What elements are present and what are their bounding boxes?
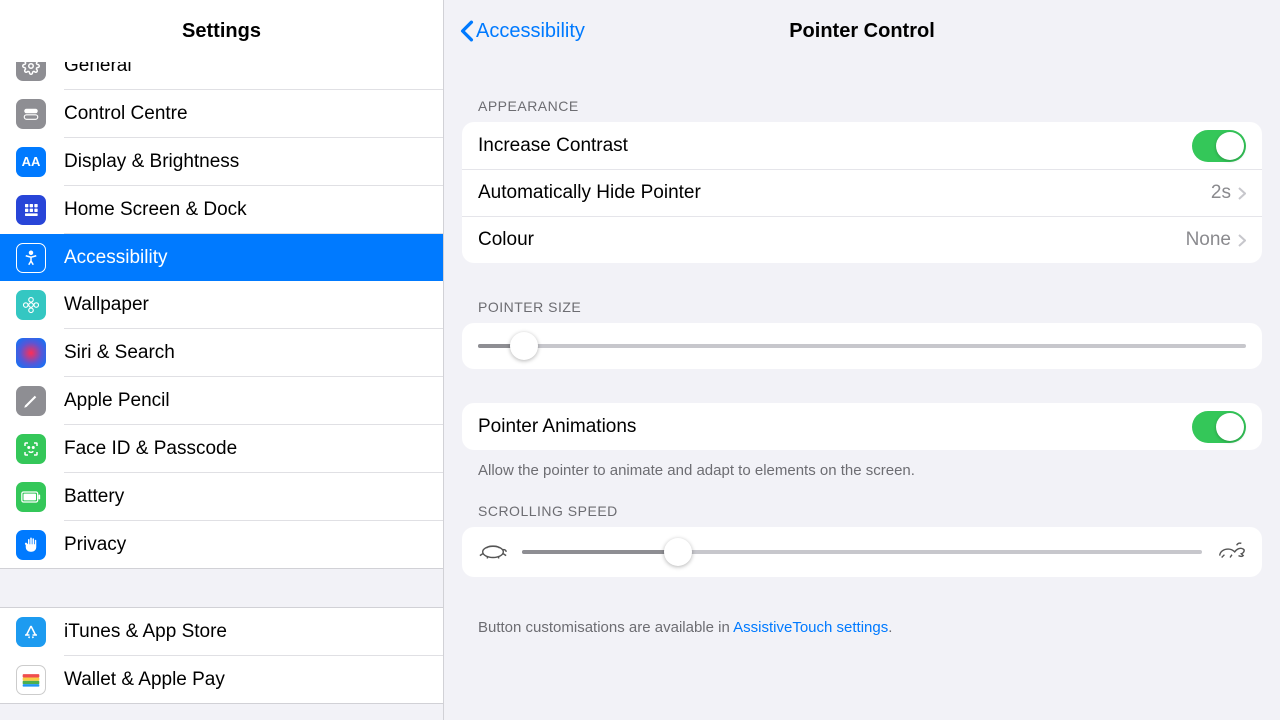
sidebar-item-display-brightness[interactable]: AA Display & Brightness (0, 138, 443, 185)
row-auto-hide-pointer[interactable]: Automatically Hide Pointer 2s (462, 169, 1262, 216)
sidebar-item-wallpaper[interactable]: Wallpaper (0, 281, 443, 328)
row-pointer-animations[interactable]: Pointer Animations (462, 403, 1262, 450)
battery-icon (16, 482, 46, 512)
sidebar-item-face-id-passcode[interactable]: Face ID & Passcode (0, 425, 443, 472)
section-header-pointer-size: POINTER SIZE (444, 263, 1280, 323)
siri-icon (16, 338, 46, 368)
grid-icon (16, 195, 46, 225)
sidebar-item-label: Wallpaper (64, 294, 149, 316)
sidebar-item-label: Battery (64, 486, 124, 508)
slider-knob[interactable] (510, 332, 538, 360)
section-header-appearance: APPEARANCE (444, 62, 1280, 122)
row-label: Colour (478, 229, 534, 251)
sidebar-item-label: Display & Brightness (64, 151, 239, 173)
sidebar-item-home-screen-dock[interactable]: Home Screen & Dock (0, 186, 443, 233)
sidebar-item-privacy[interactable]: Privacy (0, 521, 443, 568)
row-label: Increase Contrast (478, 135, 628, 157)
hand-icon (16, 530, 46, 560)
detail-content[interactable]: APPEARANCE Increase Contrast Automatical… (444, 62, 1280, 720)
sidebar-item-label: Accessibility (64, 247, 167, 269)
pointer-animations-footer: Allow the pointer to animate and adapt t… (444, 450, 1280, 491)
sidebar-item-label: iTunes & App Store (64, 621, 227, 643)
sidebar-item-label: Privacy (64, 534, 126, 556)
increase-contrast-toggle[interactable] (1192, 130, 1246, 162)
sidebar-item-label: Home Screen & Dock (64, 199, 247, 221)
detail-header: Accessibility Pointer Control (444, 0, 1280, 62)
scrolling-speed-slider-card (462, 527, 1262, 577)
row-label: Pointer Animations (478, 416, 636, 438)
sidebar-item-general[interactable]: General (0, 62, 443, 89)
sidebar-item-control-centre[interactable]: Control Centre (0, 90, 443, 137)
sidebar-item-battery[interactable]: Battery (0, 473, 443, 520)
sidebar-item-label: Siri & Search (64, 342, 175, 364)
detail-pane: Accessibility Pointer Control APPEARANCE… (444, 0, 1280, 720)
sidebar-item-label: Control Centre (64, 103, 188, 125)
sidebar-item-siri-search[interactable]: Siri & Search (0, 329, 443, 376)
sidebar-item-label: Face ID & Passcode (64, 438, 237, 460)
row-label: Automatically Hide Pointer (478, 182, 701, 204)
sidebar-item-wallet-apple-pay[interactable]: Wallet & Apple Pay (0, 656, 443, 703)
section-header-scrolling-speed: SCROLLING SPEED (444, 491, 1280, 527)
sidebar-title: Settings (0, 0, 443, 62)
face-id-icon (16, 434, 46, 464)
sidebar-list[interactable]: General Control Centre AA Display & Brig… (0, 62, 443, 720)
pointer-animations-group: Pointer Animations (462, 403, 1262, 450)
sidebar-item-label: Apple Pencil (64, 390, 170, 412)
flower-icon (16, 290, 46, 320)
pointer-size-slider[interactable] (478, 344, 1246, 348)
chevron-right-icon (1237, 186, 1246, 201)
back-label: Accessibility (476, 20, 585, 43)
assistivetouch-settings-link[interactable]: AssistiveTouch settings (733, 619, 888, 636)
gear-icon (16, 62, 46, 81)
sidebar-item-itunes-app-store[interactable]: iTunes & App Store (0, 608, 443, 655)
slider-knob[interactable] (664, 538, 692, 566)
page-title: Pointer Control (789, 20, 935, 43)
auto-hide-value: 2s (1211, 182, 1231, 204)
tortoise-icon (478, 540, 508, 565)
hare-icon (1216, 540, 1246, 565)
toggle-icon (16, 99, 46, 129)
row-colour[interactable]: Colour None (462, 216, 1262, 263)
button-customisations-footer: Button customisations are available in A… (444, 607, 1280, 648)
sidebar-item-apple-pencil[interactable]: Apple Pencil (0, 377, 443, 424)
sidebar-item-label: General (64, 62, 132, 77)
pencil-icon (16, 386, 46, 416)
colour-value: None (1186, 229, 1231, 251)
appearance-group: Increase Contrast Automatically Hide Poi… (462, 122, 1262, 263)
row-increase-contrast[interactable]: Increase Contrast (462, 122, 1262, 169)
chevron-left-icon (460, 20, 474, 42)
sidebar-item-label: Wallet & Apple Pay (64, 669, 225, 691)
pointer-size-slider-card (462, 323, 1262, 369)
back-button[interactable]: Accessibility (460, 20, 585, 43)
wallet-icon (16, 665, 46, 695)
accessibility-icon (16, 243, 46, 273)
chevron-right-icon (1237, 233, 1246, 248)
text-size-icon: AA (16, 147, 46, 177)
sidebar-item-accessibility[interactable]: Accessibility (0, 234, 443, 281)
pointer-animations-toggle[interactable] (1192, 411, 1246, 443)
settings-sidebar: Settings General Control Centre AA Displ… (0, 0, 444, 720)
app-store-icon (16, 617, 46, 647)
scrolling-speed-slider[interactable] (522, 550, 1202, 554)
